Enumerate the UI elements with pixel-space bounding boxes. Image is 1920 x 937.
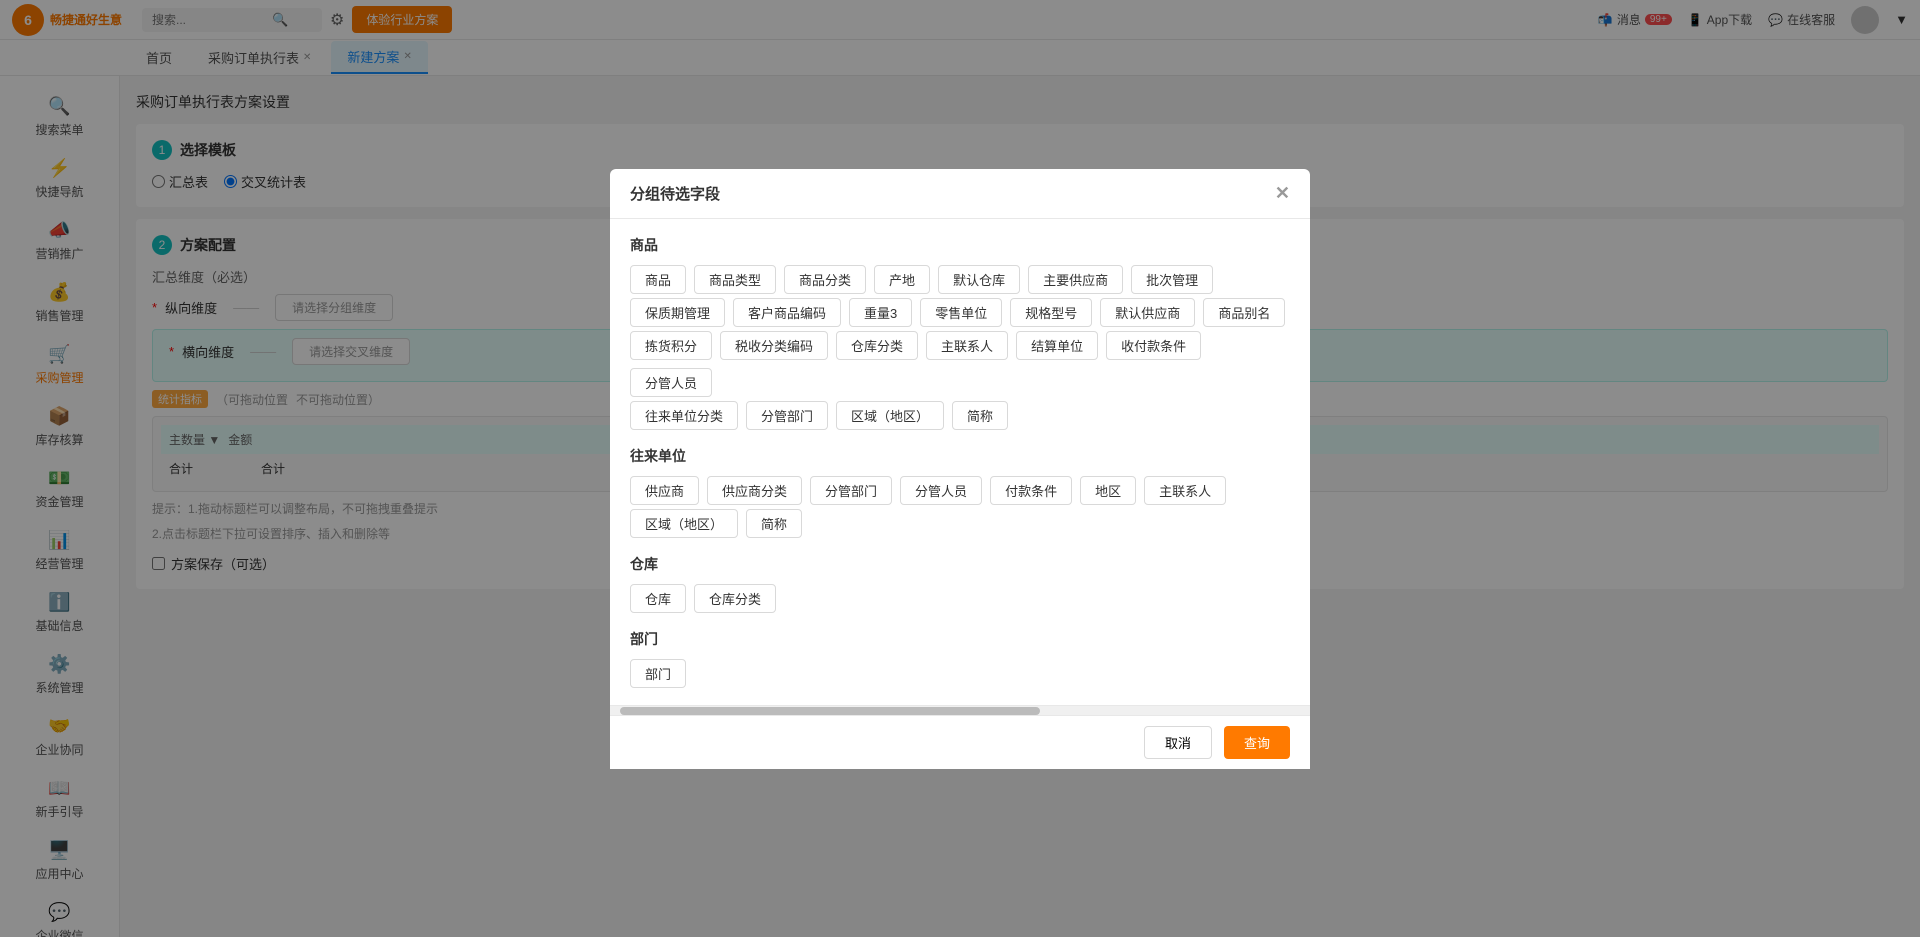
modal-cancel-btn[interactable]: 取消 — [1144, 726, 1212, 759]
section-goods-fields3: 拣货积分 税收分类编码 仓库分类 主联系人 结算单位 收付款条件 分管人员 — [630, 331, 1290, 397]
field-tag[interactable]: 保质期管理 — [630, 298, 725, 327]
field-tag[interactable]: 客户商品编码 — [733, 298, 841, 327]
modal-body: 商品 商品 商品类型 商品分类 产地 默认仓库 主要供应商 批次管理 保质期管理… — [610, 219, 1310, 705]
field-tag[interactable]: 往来单位分类 — [630, 401, 738, 430]
field-tag[interactable]: 产地 — [874, 265, 930, 294]
section-warehouse-fields: 仓库 仓库分类 — [630, 584, 1290, 613]
field-tag[interactable]: 重量3 — [849, 298, 912, 327]
section-partner-fields2: 区域（地区） 简称 — [630, 509, 1290, 538]
modal-confirm-btn[interactable]: 查询 — [1224, 726, 1290, 759]
section-warehouse-title: 仓库 — [630, 554, 1290, 574]
field-tag[interactable]: 默认仓库 — [938, 265, 1020, 294]
field-tag[interactable]: 拣货积分 — [630, 331, 712, 360]
field-tag[interactable]: 零售单位 — [920, 298, 1002, 327]
section-dept-fields: 部门 — [630, 659, 1290, 688]
modal-footer: 取消 查询 — [610, 715, 1310, 769]
field-tag[interactable]: 供应商 — [630, 476, 699, 505]
field-tag[interactable]: 商品类型 — [694, 265, 776, 294]
section-partner-title: 往来单位 — [630, 446, 1290, 466]
field-tag[interactable]: 分管部门 — [746, 401, 828, 430]
field-tag[interactable]: 仓库 — [630, 584, 686, 613]
section-dept-title: 部门 — [630, 629, 1290, 649]
modal-title: 分组待选字段 — [630, 183, 720, 204]
field-tag[interactable]: 简称 — [952, 401, 1008, 430]
field-tag[interactable]: 地区 — [1080, 476, 1136, 505]
field-tag[interactable]: 商品别名 — [1203, 298, 1285, 327]
field-tag[interactable]: 分管人员 — [900, 476, 982, 505]
field-tag[interactable]: 主联系人 — [1144, 476, 1226, 505]
modal-header: 分组待选字段 ✕ — [610, 169, 1310, 219]
modal-overlay: 分组待选字段 ✕ 商品 商品 商品类型 商品分类 产地 默认仓库 主要供应商 批… — [0, 0, 1920, 937]
field-tag[interactable]: 付款条件 — [990, 476, 1072, 505]
field-select-modal: 分组待选字段 ✕ 商品 商品 商品类型 商品分类 产地 默认仓库 主要供应商 批… — [610, 169, 1310, 769]
field-tag[interactable]: 区域（地区） — [630, 509, 738, 538]
scrollbar-thumb — [620, 707, 1040, 715]
modal-close-btn[interactable]: ✕ — [1275, 183, 1290, 204]
field-tag[interactable]: 商品 — [630, 265, 686, 294]
field-tag[interactable]: 分管部门 — [810, 476, 892, 505]
field-tag[interactable]: 批次管理 — [1131, 265, 1213, 294]
field-tag[interactable]: 仓库分类 — [694, 584, 776, 613]
field-tag[interactable]: 默认供应商 — [1100, 298, 1195, 327]
section-goods-fields2: 保质期管理 客户商品编码 重量3 零售单位 规格型号 默认供应商 商品别名 — [630, 298, 1290, 327]
section-goods-title: 商品 — [630, 235, 1290, 255]
field-tag[interactable]: 收付款条件 — [1106, 331, 1201, 360]
field-tag[interactable]: 简称 — [746, 509, 802, 538]
modal-scrollbar[interactable] — [610, 705, 1310, 715]
field-tag[interactable]: 规格型号 — [1010, 298, 1092, 327]
section-goods-fields: 商品 商品类型 商品分类 产地 默认仓库 主要供应商 批次管理 — [630, 265, 1290, 294]
section-partner-fields: 供应商 供应商分类 分管部门 分管人员 付款条件 地区 主联系人 — [630, 476, 1290, 505]
field-tag[interactable]: 结算单位 — [1016, 331, 1098, 360]
field-tag[interactable]: 区域（地区） — [836, 401, 944, 430]
field-tag[interactable]: 分管人员 — [630, 368, 712, 397]
field-tag[interactable]: 供应商分类 — [707, 476, 802, 505]
field-tag[interactable]: 主要供应商 — [1028, 265, 1123, 294]
section-goods-fields4: 往来单位分类 分管部门 区域（地区） 简称 — [630, 401, 1290, 430]
field-tag[interactable]: 主联系人 — [926, 331, 1008, 360]
field-tag[interactable]: 税收分类编码 — [720, 331, 828, 360]
field-tag[interactable]: 商品分类 — [784, 265, 866, 294]
field-tag[interactable]: 部门 — [630, 659, 686, 688]
field-tag[interactable]: 仓库分类 — [836, 331, 918, 360]
